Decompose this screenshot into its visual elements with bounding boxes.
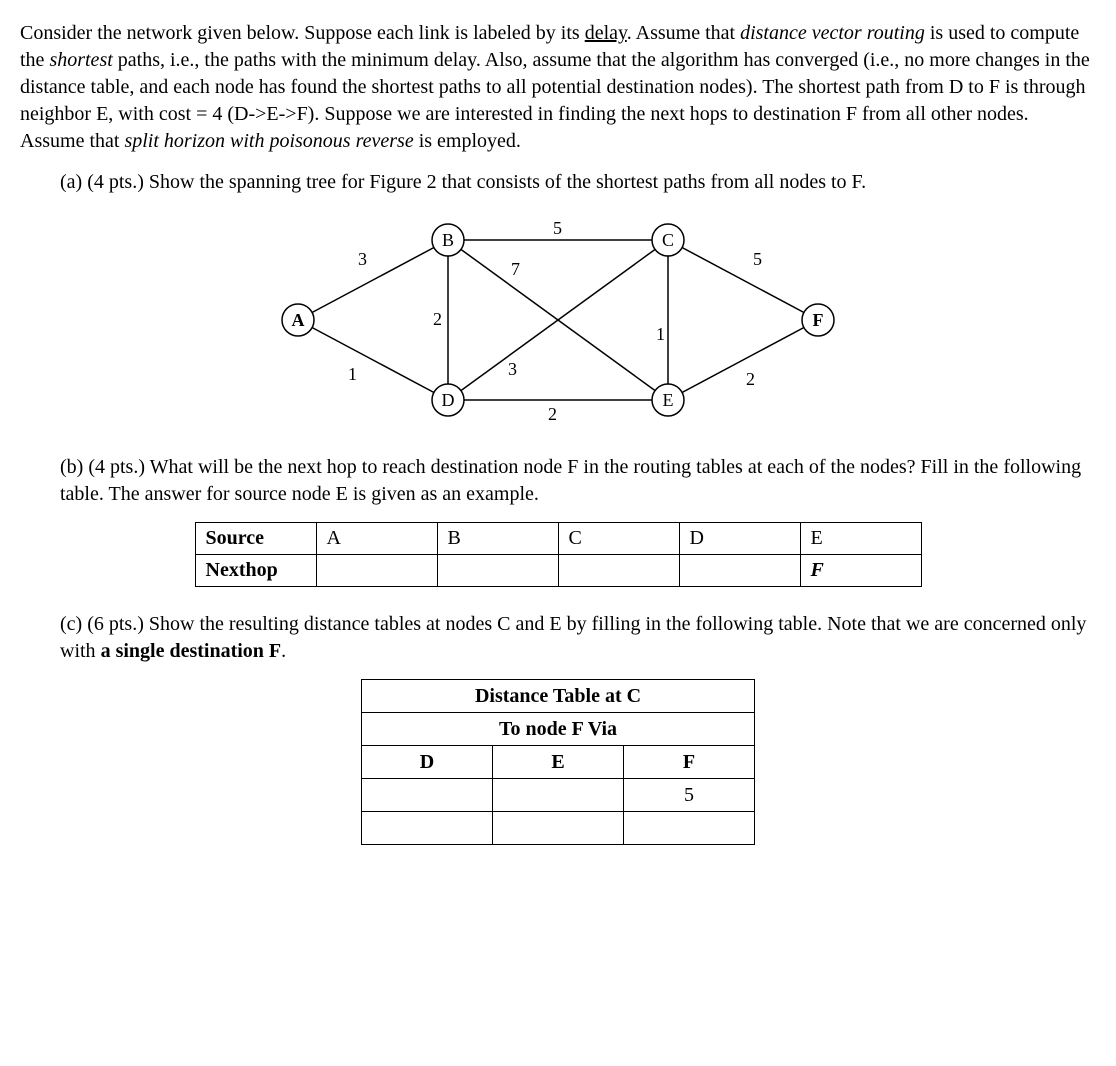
table-row: To node F Via	[362, 713, 755, 746]
weight-ad: 1	[348, 364, 357, 384]
table-row: D E F	[362, 746, 755, 779]
part-a-label: (a)	[60, 171, 82, 193]
table-row	[362, 812, 755, 845]
distance-table-wrap: Distance Table at C To node F Via D E F …	[20, 679, 1096, 845]
weight-be: 7	[511, 259, 520, 279]
split-horizon-italic: split horizon with poisonous reverse	[124, 130, 413, 152]
dist-val-d	[362, 779, 493, 812]
weight-ab: 3	[358, 249, 367, 269]
intro-text: Consider the network given below. Suppos…	[20, 22, 585, 44]
part-b-text: What will be the next hop to reach desti…	[60, 456, 1081, 505]
table-row: Distance Table at C	[362, 680, 755, 713]
node-d-label: D	[442, 390, 455, 410]
weight-dc: 3	[508, 359, 517, 379]
dist-subtitle: To node F Via	[362, 713, 755, 746]
shortest-italic: shortest	[49, 49, 112, 71]
dist-col-d: D	[362, 746, 493, 779]
table-row: Nexthop F	[195, 555, 921, 587]
part-c-label: (c)	[60, 613, 82, 635]
dist-val-e	[493, 779, 624, 812]
intro-text: . Assume that	[627, 22, 740, 44]
graph-edges	[298, 240, 818, 400]
weight-bd: 2	[433, 309, 442, 329]
nexthop-val-d	[679, 555, 800, 587]
dist-col-f: F	[624, 746, 755, 779]
weight-bc: 5	[553, 218, 562, 238]
part-c: (c) (6 pts.) Show the resulting distance…	[60, 611, 1096, 665]
nexthop-header-source: Source	[195, 523, 316, 555]
weight-cf: 5	[753, 249, 762, 269]
part-b-label: (b)	[60, 456, 83, 478]
nexthop-col-c: C	[558, 523, 679, 555]
intro-text: is employed.	[414, 130, 521, 152]
node-e-label: E	[663, 390, 674, 410]
nexthop-table: Source A B C D E Nexthop F	[195, 522, 922, 587]
node-a-label: A	[292, 310, 305, 330]
dist-blank	[493, 812, 624, 845]
dist-val-f: 5	[624, 779, 755, 812]
nexthop-val-a	[316, 555, 437, 587]
nexthop-col-a: A	[316, 523, 437, 555]
nexthop-val-b	[437, 555, 558, 587]
weight-ce: 1	[656, 324, 665, 344]
part-a-pts: (4 pts.)	[87, 171, 144, 193]
dv-routing-italic: distance vector routing	[740, 22, 925, 44]
dist-blank	[362, 812, 493, 845]
dist-blank	[624, 812, 755, 845]
part-b: (b) (4 pts.) What will be the next hop t…	[60, 454, 1096, 508]
nexthop-col-d: D	[679, 523, 800, 555]
intro-paragraph: Consider the network given below. Suppos…	[20, 20, 1096, 155]
graph-weights: 3 1 2 5 7 3 2 1 5 2	[348, 218, 762, 424]
delay-underline: delay	[585, 22, 627, 44]
part-a-text: Show the spanning tree for Figure 2 that…	[149, 171, 866, 193]
graph-svg: A B C D E F 3 1 2 5 7 3 2 1 5 2	[248, 210, 868, 430]
dist-title: Distance Table at C	[362, 680, 755, 713]
nexthop-col-b: B	[437, 523, 558, 555]
part-c-text3: .	[281, 640, 286, 662]
table-row: 5	[362, 779, 755, 812]
part-a: (a) (4 pts.) Show the spanning tree for …	[60, 169, 1096, 196]
weight-ef: 2	[746, 369, 755, 389]
node-c-label: C	[662, 230, 674, 250]
node-b-label: B	[442, 230, 454, 250]
weight-de: 2	[548, 404, 557, 424]
node-f-label: F	[813, 310, 824, 330]
dist-col-e: E	[493, 746, 624, 779]
part-c-pts: (6 pts.)	[87, 613, 144, 635]
nexthop-header-nexthop: Nexthop	[195, 555, 316, 587]
table-row: Source A B C D E	[195, 523, 921, 555]
nexthop-col-e: E	[800, 523, 921, 555]
network-graph: A B C D E F 3 1 2 5 7 3 2 1 5 2	[20, 210, 1096, 430]
nexthop-val-c	[558, 555, 679, 587]
nexthop-val-e: F	[800, 555, 921, 587]
part-c-bold: a single destination F	[101, 640, 282, 662]
part-b-pts: (4 pts.)	[88, 456, 145, 478]
nexthop-table-wrap: Source A B C D E Nexthop F	[20, 522, 1096, 587]
distance-table-c: Distance Table at C To node F Via D E F …	[361, 679, 755, 845]
